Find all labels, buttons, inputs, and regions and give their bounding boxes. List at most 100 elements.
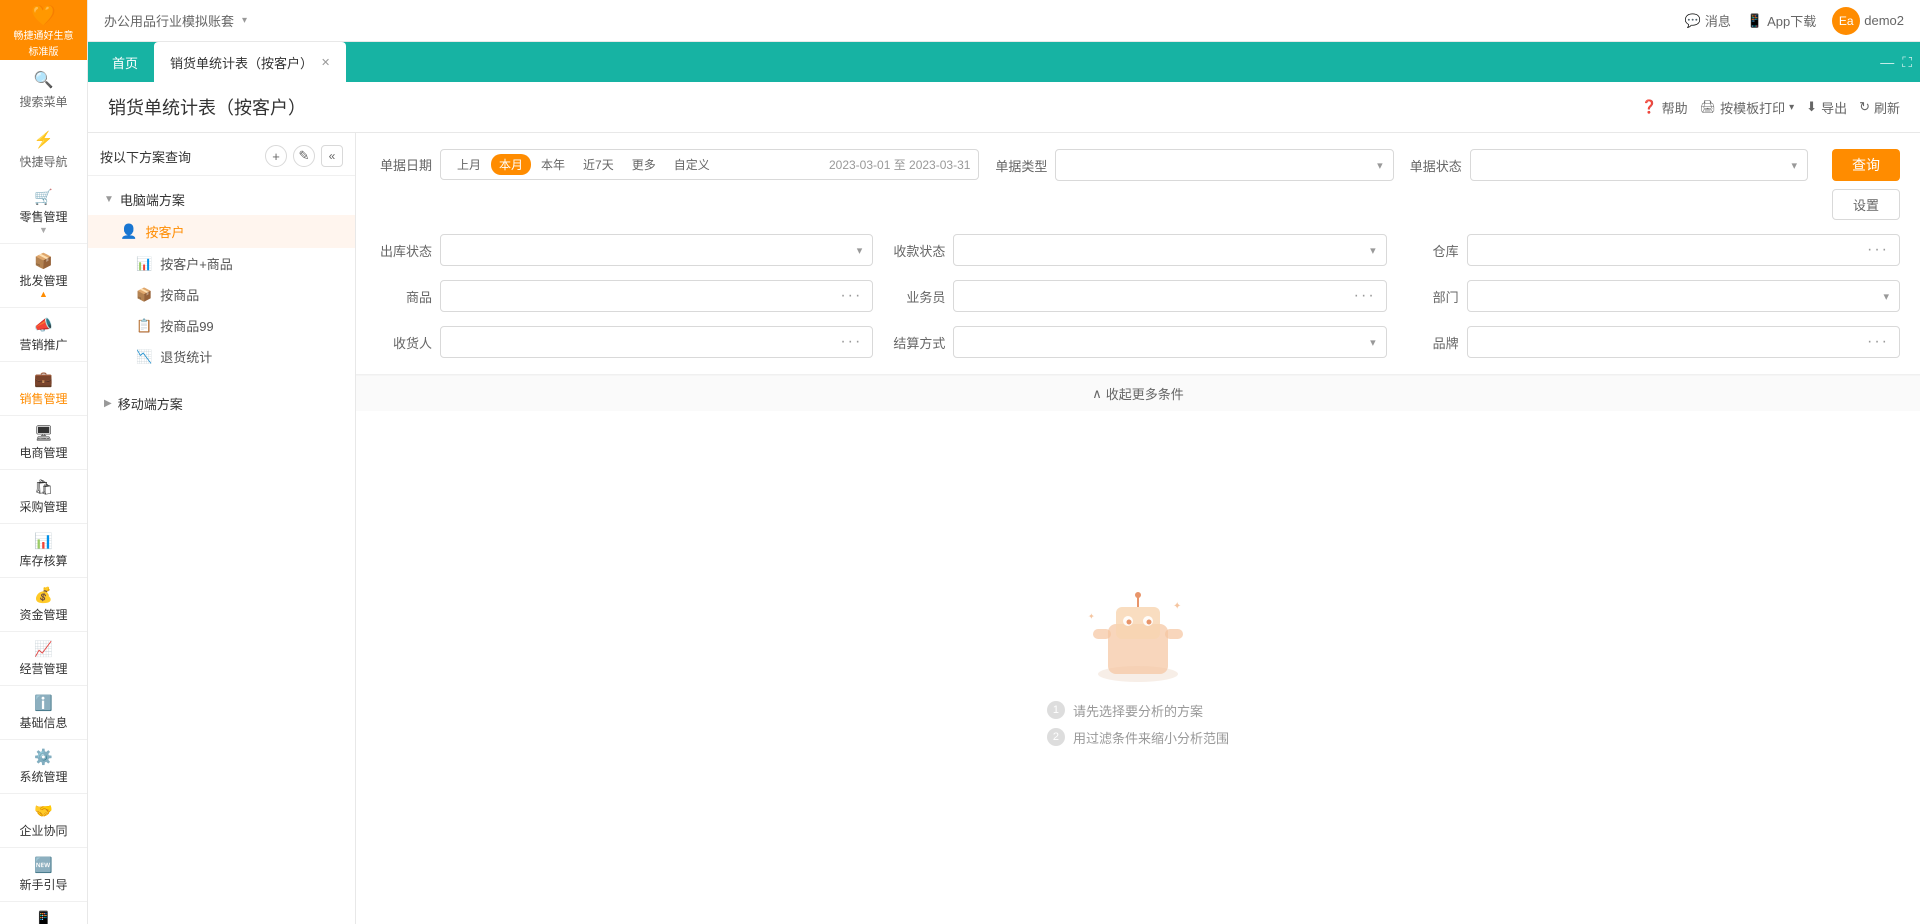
filter-item-receiver: 收货人 ··· [376, 326, 873, 358]
date-tab-7days[interactable]: 近7天 [575, 154, 622, 175]
dept-label: 部门 [1403, 287, 1459, 306]
date-range-control[interactable]: 上月 本月 本年 近7天 更多 自定义 2023-03-01 至 2023-03… [440, 149, 979, 180]
help-btn[interactable]: ❓ 帮助 [1641, 98, 1687, 117]
sidebar-item-newbie[interactable]: 🆕 新手引导 [0, 848, 87, 902]
refresh-btn[interactable]: ↻ 刷新 [1859, 98, 1900, 117]
sidebar-item-wholesale[interactable]: 📦 批发管理 ▲ [0, 244, 87, 308]
sidebar-item-purchase[interactable]: 🛍 采购管理 [0, 470, 87, 524]
sidebar-item-retail[interactable]: 🛒 零售管理 ▼ [0, 180, 87, 244]
sidebar: 🧡 畅捷通好生意 标准版 🔍 搜索菜单 ⚡ 快捷导航 🛒 零售管理 ▼ 📦 批发… [0, 0, 88, 924]
dept-chevron-icon: ▾ [1883, 290, 1889, 303]
mobile-scheme-group[interactable]: ▶ 移动端方案 [88, 388, 355, 419]
date-range-text: 2023-03-01 至 2023-03-31 [829, 156, 970, 173]
app-name-label: 办公用品行业模拟账套 [104, 11, 234, 30]
pc-group-label: 电脑端方案 [120, 190, 185, 209]
sidebar-item-search[interactable]: 🔍 搜索菜单 [0, 60, 87, 120]
add-scheme-btn[interactable]: + [265, 145, 287, 167]
sidebar-item-label: 销售管理 [19, 390, 67, 407]
tab-close-icon[interactable]: ✕ [321, 56, 330, 69]
filter-row-2: 出库状态 ▾ 收款状态 ▾ [376, 234, 1900, 266]
date-tab-last-month[interactable]: 上月 [449, 154, 489, 175]
sidebar-item-label: 营销推广 [19, 336, 67, 353]
scheme-item-by-goods[interactable]: 📦 按商品 [88, 279, 355, 310]
customer-icon: 👤 [120, 223, 137, 240]
out-status-control[interactable]: ▾ [440, 234, 873, 266]
status-control[interactable]: ▾ [1470, 149, 1808, 181]
app-download-label: App下载 [1767, 11, 1816, 30]
sidebar-item-finance[interactable]: 💰 资金管理 [0, 578, 87, 632]
receiver-control[interactable]: ··· [440, 326, 873, 358]
payment-status-control[interactable]: ▾ [953, 234, 1386, 266]
date-tab-this-year[interactable]: 本年 [533, 154, 573, 175]
sidebar-item-label: 零售管理 [19, 208, 67, 225]
right-panel: 单据日期 上月 本月 本年 近7天 更多 自定义 [356, 133, 1920, 924]
sidebar-item-ops[interactable]: 📈 经营管理 [0, 632, 87, 686]
scheme-item-customer-goods[interactable]: 📊 按客户+商品 [88, 248, 355, 279]
tab-home-label: 首页 [112, 53, 138, 72]
empty-illustration: ✦ ✦ [1078, 589, 1198, 689]
query-button[interactable]: 查询 [1832, 149, 1900, 181]
sidebar-item-enterprise[interactable]: 🤝 企业协同 [0, 794, 87, 848]
user-profile-btn[interactable]: Ea demo2 [1832, 7, 1904, 35]
salesperson-control[interactable]: ··· [953, 280, 1386, 312]
edit-scheme-btn[interactable]: ✎ [293, 145, 315, 167]
scheme-item-by-customer[interactable]: 👤 按客户 [88, 215, 355, 248]
return-stats-icon: 📉 [136, 349, 152, 365]
scheme-item-return-stats[interactable]: 📉 退货统计 [88, 341, 355, 372]
scheme-sub-item-label: 按商品 [160, 285, 199, 304]
filter-row-4: 收货人 ··· 结算方式 ▾ [376, 326, 1900, 358]
warehouse-control[interactable]: ··· [1467, 234, 1900, 266]
filter-area: 单据日期 上月 本月 本年 近7天 更多 自定义 [356, 133, 1920, 375]
date-tab-custom[interactable]: 自定义 [666, 154, 718, 175]
left-panel: 按以下方案查询 + ✎ « ▼ [88, 133, 356, 924]
left-panel-header: 按以下方案查询 + ✎ « [88, 133, 355, 176]
sidebar-item-label: 经营管理 [19, 660, 67, 677]
collapse-more-btn[interactable]: ∧ 收起更多条件 [356, 375, 1920, 411]
filter-item-warehouse: 仓库 ··· [1403, 234, 1900, 266]
sidebar-item-sales[interactable]: 💼 销售管理 [0, 362, 87, 416]
sidebar-item-label: 批发管理 [19, 272, 67, 289]
tab-window-btns: — ⛶ [1880, 54, 1912, 71]
appcenter-icon: 📱 [34, 910, 53, 924]
sidebar-item-ecom[interactable]: 🖥 电商管理 [0, 416, 87, 470]
warehouse-label: 仓库 [1403, 241, 1459, 260]
date-tab-this-month[interactable]: 本月 [491, 154, 531, 175]
tab-active[interactable]: 销货单统计表（按客户） ✕ [154, 42, 346, 82]
sidebar-item-inventory[interactable]: 📊 库存核算 [0, 524, 87, 578]
date-tab-more[interactable]: 更多 [624, 154, 664, 175]
page-title: 销货单统计表（按客户） [108, 94, 306, 132]
scheme-item-by-goods99[interactable]: 📋 按商品99 [88, 310, 355, 341]
sidebar-item-quicknav[interactable]: ⚡ 快捷导航 [0, 120, 87, 180]
chevron-down-icon: ▼ [39, 225, 48, 235]
filter-item-salesperson: 业务员 ··· [889, 280, 1386, 312]
app-download-btn[interactable]: 📱 App下载 [1747, 11, 1816, 30]
sidebar-item-label: 新手引导 [19, 876, 67, 893]
pc-scheme-group[interactable]: ▼ 电脑端方案 [88, 184, 355, 215]
brand-control[interactable]: ··· [1467, 326, 1900, 358]
ecom-icon: 🖥 [34, 424, 53, 442]
maximize-icon[interactable]: ⛶ [1902, 54, 1912, 71]
sidebar-item-appcenter[interactable]: 📱 应用中心 [0, 902, 87, 924]
edit-icon: ✎ [299, 148, 310, 164]
goods-control[interactable]: ··· [440, 280, 873, 312]
dept-control[interactable]: ▾ [1467, 280, 1900, 312]
empty-svg: ✦ ✦ [1078, 589, 1198, 689]
sidebar-item-marketing[interactable]: 📣 营销推广 [0, 308, 87, 362]
settlement-chevron-icon: ▾ [1370, 336, 1376, 349]
message-label: 消息 [1705, 11, 1731, 30]
newbie-icon: 🆕 [34, 856, 53, 874]
settlement-control[interactable]: ▾ [953, 326, 1386, 358]
minimize-icon[interactable]: — [1880, 54, 1894, 71]
main-body: 按以下方案查询 + ✎ « ▼ [88, 133, 1920, 924]
print-btn[interactable]: 🖨 按模板打印 ▾ [1700, 98, 1795, 117]
settings-button[interactable]: 设置 [1832, 189, 1900, 220]
export-btn[interactable]: ⬇ 导出 [1806, 98, 1847, 117]
message-btn[interactable]: 💬 消息 [1685, 11, 1731, 30]
quicknav-icon: ⚡ [34, 130, 54, 150]
type-control[interactable]: ▾ [1055, 149, 1393, 181]
collapse-panel-btn[interactable]: « [321, 145, 343, 167]
sidebar-item-sysadmin[interactable]: ⚙️ 系统管理 [0, 740, 87, 794]
goods-label: 商品 [376, 287, 432, 306]
tab-home[interactable]: 首页 [96, 42, 154, 82]
sidebar-item-basicinfo[interactable]: ℹ️ 基础信息 [0, 686, 87, 740]
